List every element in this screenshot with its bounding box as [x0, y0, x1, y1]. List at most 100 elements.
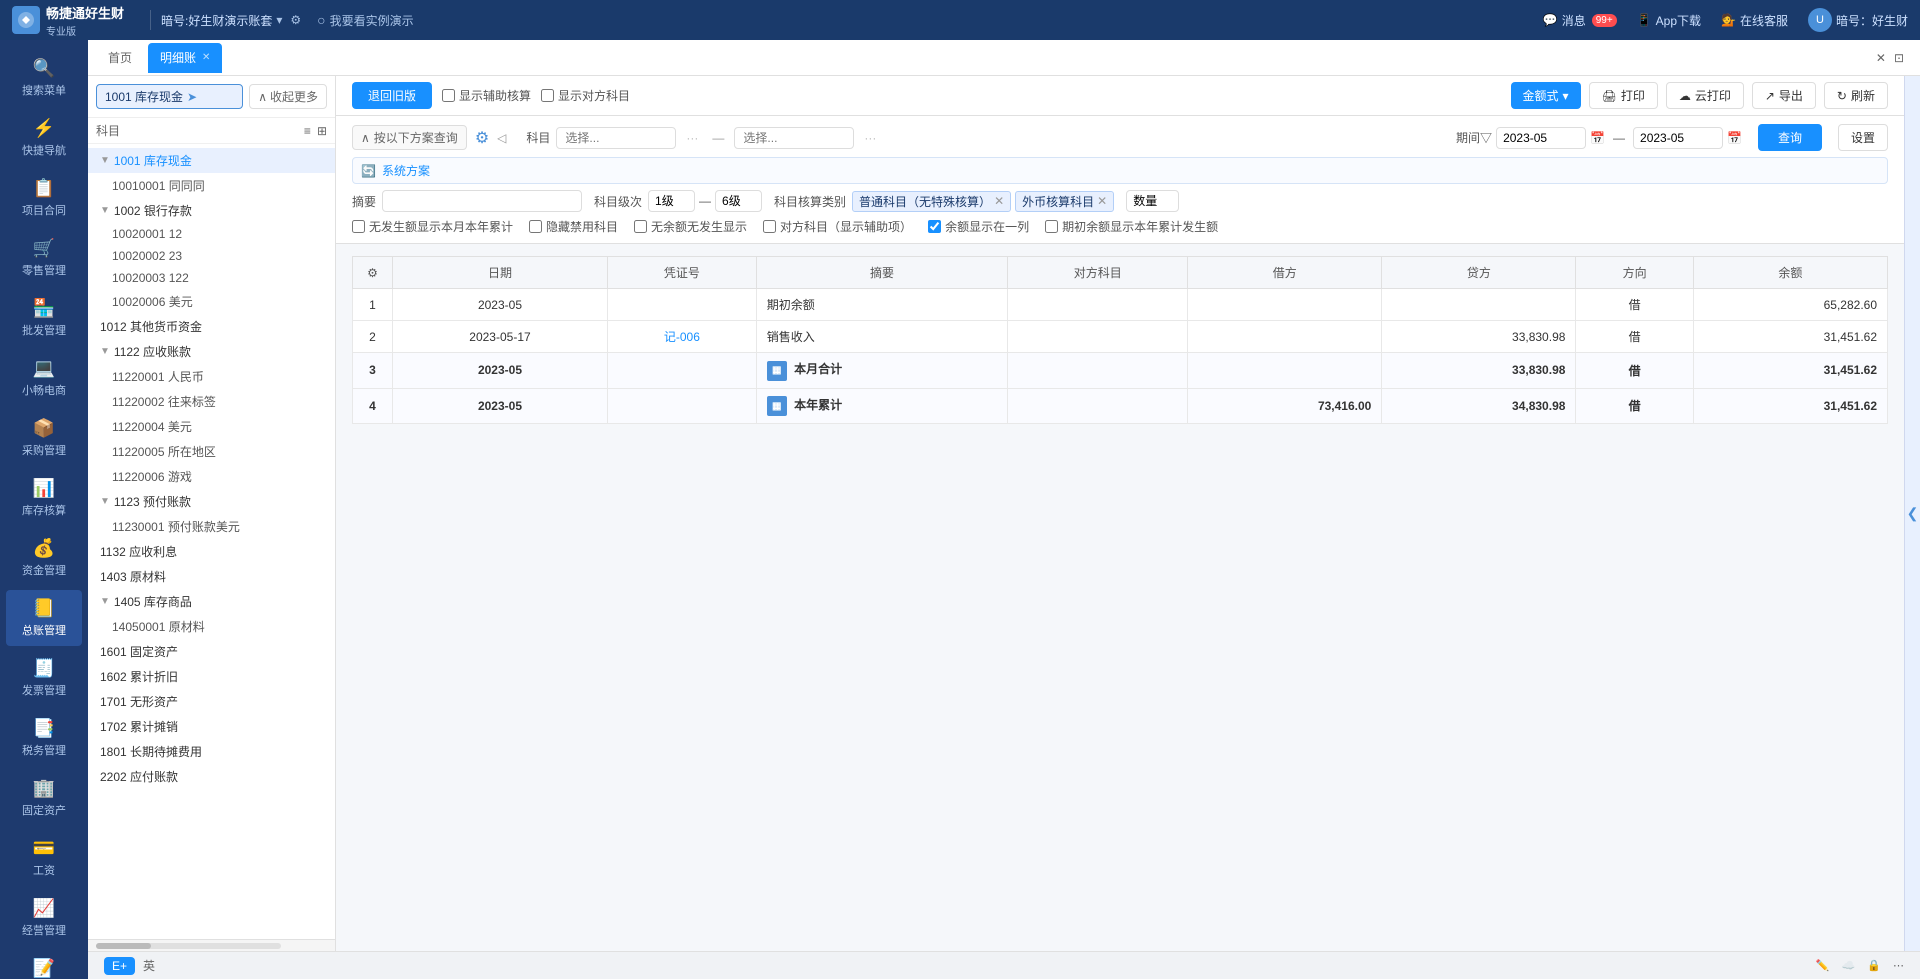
tree-item-1132[interactable]: 1132 应收利息: [88, 539, 335, 564]
show-verify-checkbox[interactable]: [442, 89, 455, 102]
no-balance-checkbox[interactable]: [634, 220, 647, 233]
bottom-more-icon[interactable]: ⋯: [1893, 959, 1904, 972]
tag-normal-close[interactable]: ✕: [994, 194, 1004, 208]
no-occur-checkbox-group[interactable]: 无发生额显示本月本年累计: [352, 218, 513, 235]
period-end-input[interactable]: [1633, 127, 1723, 149]
scrollbar-thumb[interactable]: [96, 943, 151, 949]
tree-item-11220001[interactable]: 11220001 人民币: [88, 364, 335, 389]
bottom-cloud-icon[interactable]: ☁️: [1842, 959, 1856, 972]
window-close-icon[interactable]: ✕: [1876, 51, 1886, 65]
opening-checkbox-group[interactable]: 期初余额显示本年累计发生额: [1045, 218, 1218, 235]
left-panel-scrollbar[interactable]: [88, 939, 335, 951]
settings-btn[interactable]: 设置: [1838, 124, 1888, 151]
col-settings[interactable]: ⚙: [353, 257, 393, 289]
subject-input[interactable]: [556, 127, 676, 149]
tag-foreign-close[interactable]: ✕: [1097, 194, 1107, 208]
tree-item-1122[interactable]: ▼ 1122 应收账款: [88, 339, 335, 364]
col-settings-icon[interactable]: ⚙: [367, 266, 378, 280]
user-info[interactable]: U 暗号：好生财: [1808, 8, 1908, 32]
collapse-arrow-icon[interactable]: ◁: [497, 131, 506, 145]
tree-expand-icon[interactable]: ⊞: [317, 124, 327, 138]
format-btn[interactable]: 金额式 ▾: [1511, 82, 1581, 109]
sidebar-item-business[interactable]: 📈 经营管理: [6, 890, 82, 946]
tree-item-1702[interactable]: 1702 累计摊销: [88, 714, 335, 739]
same-line-checkbox[interactable]: [928, 220, 941, 233]
sidebar-item-wholesale[interactable]: 🏪 批发管理: [6, 290, 82, 346]
level-end-select[interactable]: 6级1级2级: [715, 190, 762, 212]
query-btn[interactable]: 查询: [1758, 124, 1822, 151]
app-download-btn[interactable]: 📱 App下载: [1637, 12, 1701, 29]
tree-item-11220002[interactable]: 11220002 往来标签: [88, 389, 335, 414]
tree-item-10010001[interactable]: 10010001 同同同: [88, 173, 335, 198]
tree-item-10020002[interactable]: 10020002 23: [88, 245, 335, 267]
hide-disable-checkbox-group[interactable]: 隐藏禁用科目: [529, 218, 618, 235]
summary-input[interactable]: [382, 190, 582, 212]
tree-item-1405[interactable]: ▼ 1405 库存商品: [88, 589, 335, 614]
sidebar-item-shortcut[interactable]: ⚡ 快捷导航: [6, 110, 82, 166]
tree-item-14050001[interactable]: 14050001 原材料: [88, 614, 335, 639]
quantity-select[interactable]: 数量: [1126, 190, 1179, 212]
opposite-checkbox[interactable]: [763, 220, 776, 233]
row-voucher[interactable]: 记-006: [607, 321, 756, 353]
export-btn[interactable]: ↗ 导出: [1752, 82, 1816, 109]
tab-close-icon[interactable]: ✕: [202, 52, 210, 63]
flag-btn[interactable]: E+: [104, 957, 135, 975]
selected-account[interactable]: 1001 库存现金 ➤: [96, 84, 243, 109]
tree-item-10020006[interactable]: 10020006 美元: [88, 289, 335, 314]
tree-item-11220005[interactable]: 11220005 所在地区: [88, 439, 335, 464]
tree-item-1601[interactable]: 1601 固定资产: [88, 639, 335, 664]
sidebar-item-assets[interactable]: 🏢 固定资产: [6, 770, 82, 826]
sidebar-item-inventory[interactable]: 📊 库存核算: [6, 470, 82, 526]
tree-item-11220004[interactable]: 11220004 美元: [88, 414, 335, 439]
scrollbar-track[interactable]: [96, 943, 281, 949]
subject-input-2[interactable]: [734, 127, 854, 149]
sidebar-item-report[interactable]: 📝 小畅报销: [6, 950, 82, 979]
sidebar-item-retail[interactable]: 🛒 零售管理: [6, 230, 82, 286]
bottom-edit-icon[interactable]: ✏️: [1816, 959, 1830, 972]
no-balance-checkbox-group[interactable]: 无余额无发生显示: [634, 218, 747, 235]
sidebar-item-salary[interactable]: 💳 工资: [6, 830, 82, 886]
tree-item-1602[interactable]: 1602 累计折旧: [88, 664, 335, 689]
tree-item-1123[interactable]: ▼ 1123 预付账款: [88, 489, 335, 514]
sidebar-item-ecommerce[interactable]: 💻 小畅电商: [6, 350, 82, 406]
return-old-btn[interactable]: 退回旧版: [352, 82, 432, 109]
online-service-btn[interactable]: 💁 在线客服: [1721, 12, 1788, 29]
voucher-link[interactable]: 记-006: [664, 330, 700, 344]
hide-disable-checkbox[interactable]: [529, 220, 542, 233]
tree-item-10020003[interactable]: 10020003 122: [88, 267, 335, 289]
sidebar-item-tax[interactable]: 📑 税务管理: [6, 710, 82, 766]
tree-item-1002[interactable]: ▼ 1002 银行存款: [88, 198, 335, 223]
right-sidebar-collapse-btn[interactable]: ❮: [1904, 76, 1920, 951]
tree-item-1012[interactable]: 1012 其他货币资金: [88, 314, 335, 339]
tree-item-2202[interactable]: 2202 应付账款: [88, 764, 335, 789]
sidebar-item-capital[interactable]: 💰 资金管理: [6, 530, 82, 586]
expand-more-btn[interactable]: ∧ 收起更多: [249, 84, 327, 109]
tree-item-11220006[interactable]: 11220006 游戏: [88, 464, 335, 489]
calendar-start-icon[interactable]: 📅: [1590, 131, 1605, 145]
tree-item-1801[interactable]: 1801 长期待摊费用: [88, 739, 335, 764]
print-btn[interactable]: 🖨 打印: [1589, 82, 1658, 109]
filter-scheme-icon[interactable]: ⚙: [475, 128, 489, 148]
show-opposite-checkbox[interactable]: [541, 89, 554, 102]
company-dropdown-icon[interactable]: ▾: [276, 13, 282, 27]
sidebar-item-search[interactable]: 🔍 搜索菜单: [6, 50, 82, 106]
tree-item-1403[interactable]: 1403 原材料: [88, 564, 335, 589]
window-maximize-icon[interactable]: ⊡: [1894, 51, 1904, 65]
tab-detail[interactable]: 明细账 ✕: [148, 43, 222, 73]
show-opposite-checkbox-group[interactable]: 显示对方科目: [541, 87, 630, 104]
no-occur-checkbox[interactable]: [352, 220, 365, 233]
demo-btn[interactable]: 我要看实例演示: [317, 12, 413, 29]
cloud-print-btn[interactable]: ☁ 云打印: [1666, 82, 1744, 109]
query-scheme-btn[interactable]: ∧ 按以下方案查询: [352, 125, 467, 150]
message-btn[interactable]: 💬 消息 99+: [1543, 12, 1617, 29]
sidebar-item-invoice[interactable]: 🧾 发票管理: [6, 650, 82, 706]
refresh-btn[interactable]: ↻ 刷新: [1824, 82, 1888, 109]
tree-item-11230001[interactable]: 11230001 预付账款美元: [88, 514, 335, 539]
tree-list-icon[interactable]: ≡: [304, 124, 311, 138]
sidebar-item-project[interactable]: 📋 项目合同: [6, 170, 82, 226]
level-start-select[interactable]: 1级2级3级: [648, 190, 695, 212]
sidebar-item-ledger[interactable]: 📒 总账管理: [6, 590, 82, 646]
tree-item-1701[interactable]: 1701 无形资产: [88, 689, 335, 714]
topbar-settings-icon[interactable]: ⚙: [290, 13, 301, 27]
same-line-checkbox-group[interactable]: 余额显示在一列: [928, 218, 1029, 235]
